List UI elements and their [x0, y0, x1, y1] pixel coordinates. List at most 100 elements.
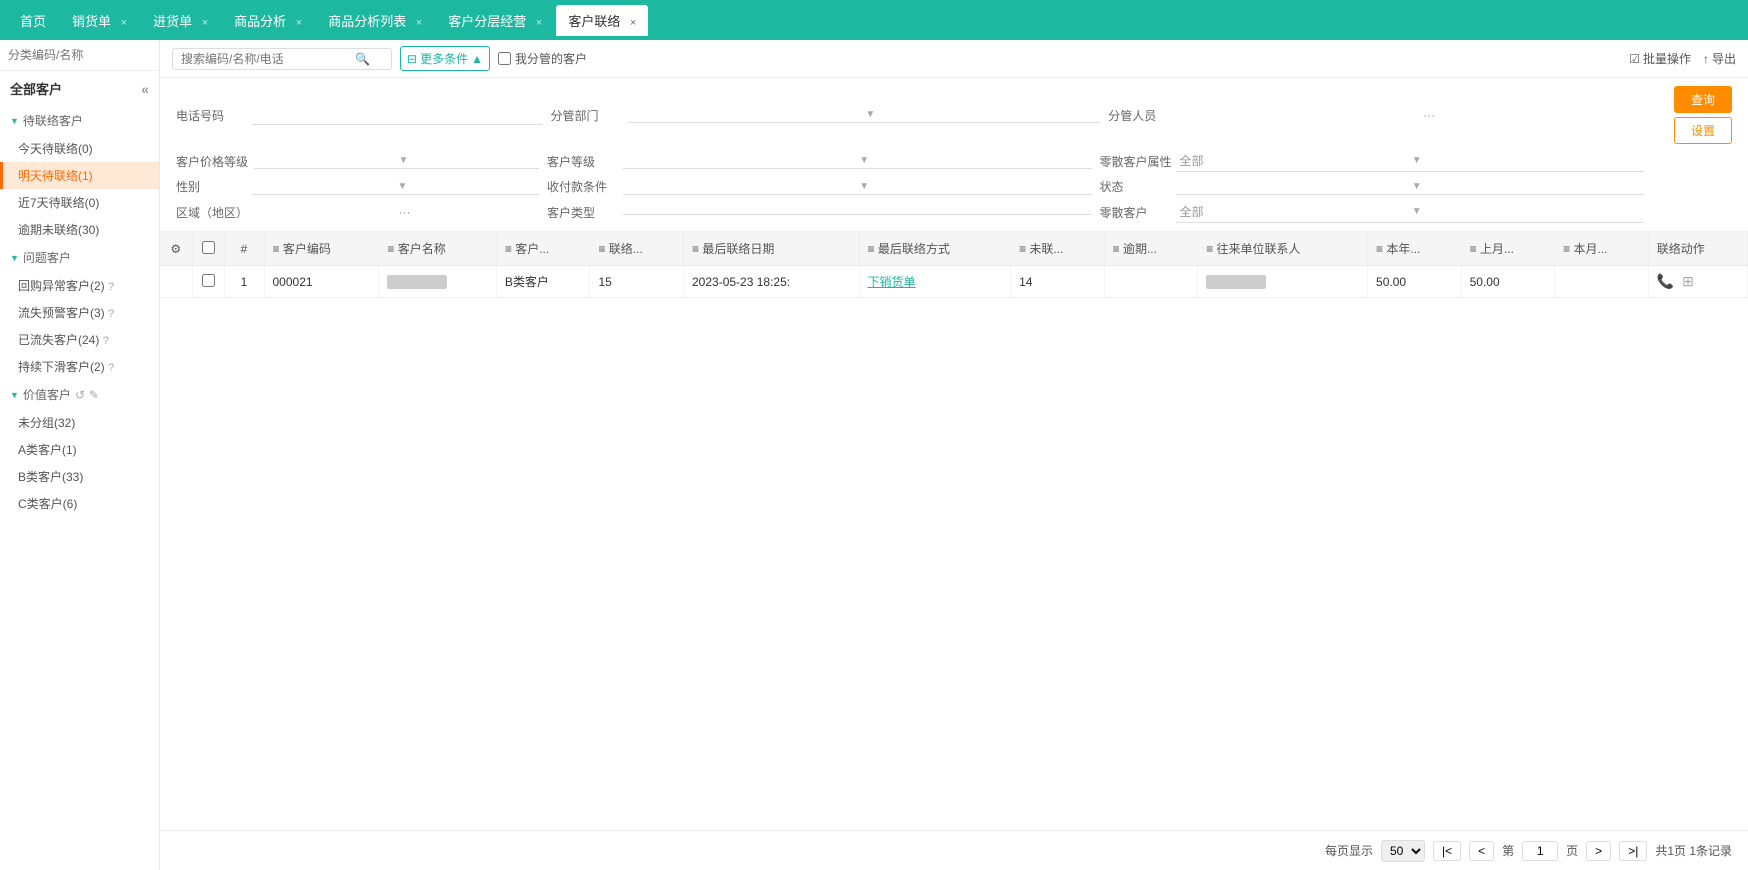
export-btn[interactable]: ↑ 导出 [1703, 50, 1736, 67]
refresh-icon[interactable]: ↺ [75, 388, 85, 402]
nav-sales-close[interactable]: × [121, 17, 127, 29]
contact-person-blurred [1206, 275, 1266, 289]
status-label: 状态 [1100, 178, 1170, 195]
batch-label: 批量操作 [1643, 50, 1691, 67]
sidebar-item-class-b[interactable]: B类客户(33) [0, 463, 159, 490]
select-all-checkbox[interactable] [202, 241, 215, 254]
phone-action-icon[interactable]: 📞 [1657, 273, 1674, 290]
col-last-month[interactable]: ≡ 上月... [1461, 232, 1555, 266]
sidebar-item-class-a[interactable]: A类客户(1) [0, 436, 159, 463]
page-size-select[interactable]: 50 [1381, 840, 1425, 862]
row-checkbox[interactable] [192, 266, 224, 298]
col-last-contact-method[interactable]: ≡ 最后联络方式 [859, 232, 1011, 266]
qr-action-icon[interactable]: ⊞ [1682, 273, 1694, 290]
col-settings[interactable]: ⚙ [160, 232, 192, 266]
sidebar-item-repurchase-abnormal[interactable]: 回购异常客户(2) ? [0, 272, 159, 299]
nav-product-list-close[interactable]: × [416, 17, 422, 29]
row-customer-type: B类客户 [496, 266, 590, 298]
col-checkbox[interactable] [192, 232, 224, 266]
main-layout: 🔍 全部客户 « 待联络客户 今天待联络(0) 明天待联络(1) 近7天待联络(… [0, 40, 1748, 870]
phone-input[interactable] [252, 106, 543, 125]
section-value-customers: 价值客户 ↺ ✎ [0, 380, 159, 409]
pagination: 每页显示 50 |< < 第 页 > >| 共1页 1条记录 [160, 830, 1748, 870]
customer-level-select[interactable]: ▼ [623, 153, 1092, 169]
action-icons-group: 📞 ⊞ [1657, 273, 1739, 290]
edit-icon[interactable]: ✎ [89, 388, 99, 402]
nav-customer-tier-close[interactable]: × [536, 17, 542, 29]
retail-attr-field: 零散客户属性 全部 ▼ [1100, 150, 1645, 172]
batch-operation-btn[interactable]: ☑ 批量操作 [1629, 50, 1691, 67]
sidebar-search-input[interactable] [8, 48, 160, 62]
sidebar-item-churn-warning[interactable]: 流失预警客户(3) ? [0, 299, 159, 326]
adv-row-3: 性别 ▼ 收付款条件 ▼ 状态 [176, 178, 1732, 195]
retail-customer-select[interactable]: 全部 ▼ [1176, 201, 1645, 223]
status-select[interactable]: ▼ [1176, 179, 1645, 195]
sidebar-item-class-c[interactable]: C类客户(6) [0, 490, 159, 517]
col-contact-person[interactable]: ≡ 往来单位联系人 [1198, 232, 1368, 266]
sidebar-item-today[interactable]: 今天待联络(0) [0, 135, 159, 162]
section-pending-contact: 待联络客户 [0, 106, 159, 135]
sidebar-all-customers[interactable]: 全部客户 « [0, 71, 159, 106]
next-page-btn[interactable]: > [1586, 841, 1611, 861]
nav-customer-tier[interactable]: 客户分层经营 × [436, 5, 554, 36]
manager-ellipsis[interactable]: ··· [1423, 108, 1654, 122]
row-select-checkbox[interactable] [202, 274, 215, 287]
retail-attr-label: 零散客户属性 [1100, 153, 1172, 170]
more-conditions-btn[interactable]: ⊟ 更多条件 ▲ [400, 46, 490, 71]
my-customers-label: 我分管的客户 [515, 50, 587, 67]
last-page-btn[interactable]: >| [1619, 841, 1647, 861]
customer-type-select[interactable] [623, 210, 1092, 215]
sidebar-item-churned[interactable]: 已流失客户(24) ? [0, 326, 159, 353]
retail-attr-select[interactable]: 全部 ▼ [1176, 150, 1644, 172]
row-this-month [1555, 266, 1649, 298]
sidebar-item-tomorrow[interactable]: 明天待联络(1) [0, 162, 159, 189]
col-contact-count[interactable]: ≡ 联络... [590, 232, 684, 266]
col-overdue[interactable]: ≡ 逾期... [1104, 232, 1198, 266]
sidebar-item-ungrouped[interactable]: 未分组(32) [0, 409, 159, 436]
search-input[interactable] [181, 52, 351, 66]
nav-sales[interactable]: 销货单 × [60, 5, 139, 36]
payment-label: 收付款条件 [547, 178, 617, 195]
sidebar-collapse-icon[interactable]: « [141, 81, 149, 97]
sidebar-item-7days[interactable]: 近7天待联络(0) [0, 189, 159, 216]
col-customer-code[interactable]: ≡ 客户编码 [264, 232, 379, 266]
sidebar-item-overdue[interactable]: 逾期未联络(30) [0, 216, 159, 243]
search-icon[interactable]: 🔍 [355, 52, 370, 66]
nav-product-list[interactable]: 商品分析列表 × [316, 5, 434, 36]
help-icon-4: ? [108, 362, 114, 374]
nav-purchase-close[interactable]: × [202, 17, 208, 29]
my-customers-checkbox[interactable] [498, 52, 511, 65]
right-actions: ☑ 批量操作 ↑ 导出 [1629, 50, 1736, 67]
col-unlinked-days[interactable]: ≡ 未联... [1011, 232, 1105, 266]
col-customer-type[interactable]: ≡ 客户... [496, 232, 590, 266]
row-contact-count: 15 [590, 266, 684, 298]
help-icon-3: ? [103, 335, 109, 347]
dept-select[interactable]: ▼ [627, 107, 1101, 123]
area-label: 区域（地区） [176, 204, 248, 221]
col-this-month[interactable]: ≡ 本月... [1555, 232, 1649, 266]
gender-select[interactable]: ▼ [252, 179, 539, 195]
page-number-input[interactable] [1522, 841, 1558, 861]
nav-customer-contact[interactable]: 客户联络 × [556, 5, 648, 36]
row-last-method[interactable]: 下销货单 [859, 266, 1011, 298]
nav-product-analysis-close[interactable]: × [296, 17, 302, 29]
col-last-contact-date[interactable]: ≡ 最后联络日期 [684, 232, 860, 266]
first-page-btn[interactable]: |< [1433, 841, 1461, 861]
nav-purchase[interactable]: 进货单 × [141, 5, 220, 36]
table-area: ⚙ # ≡ 客户编码 ≡ 客户名称 ≡ 客户... ≡ 联络... ≡ 最后联络… [160, 232, 1748, 830]
set-btn[interactable]: 设置 [1674, 117, 1732, 144]
sidebar-item-declining[interactable]: 持续下滑客户(2) ? [0, 353, 159, 380]
last-method-link[interactable]: 下销货单 [868, 275, 916, 289]
col-this-year[interactable]: ≡ 本年... [1368, 232, 1462, 266]
nav-product-analysis[interactable]: 商品分析 × [222, 5, 314, 36]
manager-select[interactable]: ··· [1184, 106, 1658, 124]
nav-customer-contact-close[interactable]: × [630, 17, 636, 29]
nav-home[interactable]: 首页 [8, 5, 58, 36]
price-level-select[interactable]: ▼ [254, 153, 539, 169]
area-ellipsis[interactable]: ··· [399, 205, 536, 219]
col-customer-name[interactable]: ≡ 客户名称 [379, 232, 496, 266]
payment-select[interactable]: ▼ [623, 179, 1092, 195]
query-btn[interactable]: 查询 [1674, 86, 1732, 113]
area-select[interactable]: ··· [254, 203, 539, 221]
prev-page-btn[interactable]: < [1469, 841, 1494, 861]
